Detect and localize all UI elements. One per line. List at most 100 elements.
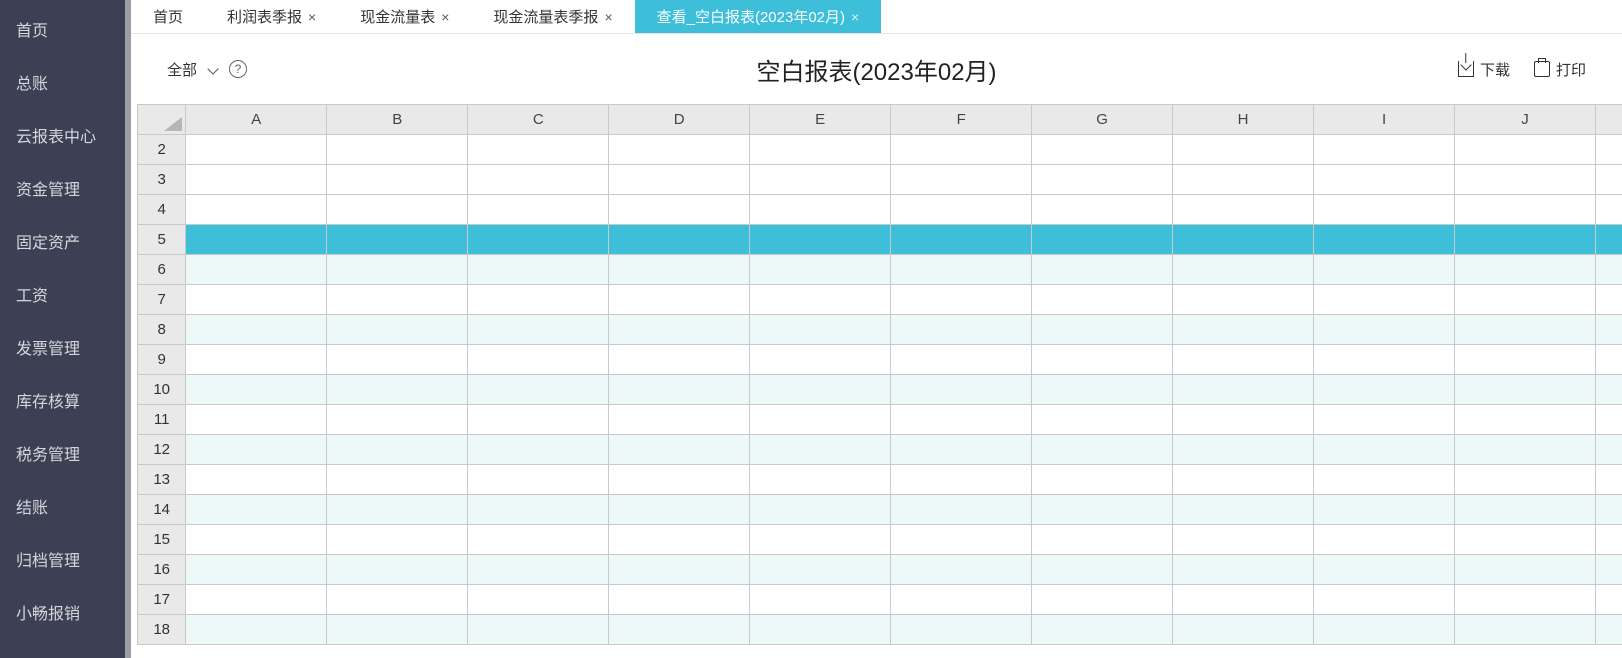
row-header-11[interactable]: 11 xyxy=(138,405,186,435)
cell-E9[interactable] xyxy=(750,345,891,375)
cell-I2[interactable] xyxy=(1314,135,1455,165)
sidebar-item-5[interactable]: 工资 xyxy=(0,267,131,320)
cell-G8[interactable] xyxy=(1032,315,1173,345)
cell-I9[interactable] xyxy=(1314,345,1455,375)
tab-2[interactable]: 现金流量表× xyxy=(338,0,471,33)
cell-I16[interactable] xyxy=(1314,555,1455,585)
cell-J3[interactable] xyxy=(1455,165,1596,195)
cell-G4[interactable] xyxy=(1032,195,1173,225)
cell-D6[interactable] xyxy=(609,255,750,285)
cell-C10[interactable] xyxy=(468,375,609,405)
column-header-K[interactable]: K xyxy=(1596,105,1622,135)
cell-B3[interactable] xyxy=(327,165,468,195)
cell-E18[interactable] xyxy=(750,615,891,645)
row-header-4[interactable]: 4 xyxy=(138,195,186,225)
filter-dropdown[interactable]: 全部 ? xyxy=(167,59,247,80)
cell-E4[interactable] xyxy=(750,195,891,225)
cell-G3[interactable] xyxy=(1032,165,1173,195)
cell-H11[interactable] xyxy=(1173,405,1314,435)
cell-F8[interactable] xyxy=(891,315,1032,345)
row-header-13[interactable]: 13 xyxy=(138,465,186,495)
column-header-D[interactable]: D xyxy=(609,105,750,135)
cell-J17[interactable] xyxy=(1455,585,1596,615)
cell-B2[interactable] xyxy=(327,135,468,165)
cell-B13[interactable] xyxy=(327,465,468,495)
cell-I14[interactable] xyxy=(1314,495,1455,525)
cell-I17[interactable] xyxy=(1314,585,1455,615)
cell-I7[interactable] xyxy=(1314,285,1455,315)
cell-K15[interactable] xyxy=(1596,525,1622,555)
row-header-18[interactable]: 18 xyxy=(138,615,186,645)
cell-J12[interactable] xyxy=(1455,435,1596,465)
cell-G12[interactable] xyxy=(1032,435,1173,465)
cell-D17[interactable] xyxy=(609,585,750,615)
cell-K5[interactable] xyxy=(1596,225,1622,255)
spreadsheet[interactable]: ABCDEFGHIJK23456789101112131415161718 xyxy=(131,104,1622,658)
print-button[interactable]: 打印 xyxy=(1534,59,1586,80)
cell-E11[interactable] xyxy=(750,405,891,435)
cell-H17[interactable] xyxy=(1173,585,1314,615)
cell-D10[interactable] xyxy=(609,375,750,405)
cell-C15[interactable] xyxy=(468,525,609,555)
cell-H10[interactable] xyxy=(1173,375,1314,405)
cell-A13[interactable] xyxy=(186,465,327,495)
cell-B15[interactable] xyxy=(327,525,468,555)
cell-C11[interactable] xyxy=(468,405,609,435)
cell-H2[interactable] xyxy=(1173,135,1314,165)
cell-A16[interactable] xyxy=(186,555,327,585)
cell-A6[interactable] xyxy=(186,255,327,285)
sidebar-item-8[interactable]: 税务管理 xyxy=(0,426,131,479)
cell-F10[interactable] xyxy=(891,375,1032,405)
cell-G14[interactable] xyxy=(1032,495,1173,525)
cell-G2[interactable] xyxy=(1032,135,1173,165)
cell-F6[interactable] xyxy=(891,255,1032,285)
cell-E8[interactable] xyxy=(750,315,891,345)
cell-E17[interactable] xyxy=(750,585,891,615)
cell-J11[interactable] xyxy=(1455,405,1596,435)
cell-E13[interactable] xyxy=(750,465,891,495)
cell-C16[interactable] xyxy=(468,555,609,585)
cell-K8[interactable] xyxy=(1596,315,1622,345)
cell-D2[interactable] xyxy=(609,135,750,165)
cell-H4[interactable] xyxy=(1173,195,1314,225)
sidebar-item-4[interactable]: 固定资产 xyxy=(0,214,131,267)
cell-D3[interactable] xyxy=(609,165,750,195)
cell-J7[interactable] xyxy=(1455,285,1596,315)
cell-I12[interactable] xyxy=(1314,435,1455,465)
cell-C6[interactable] xyxy=(468,255,609,285)
cell-I8[interactable] xyxy=(1314,315,1455,345)
cell-A8[interactable] xyxy=(186,315,327,345)
select-all-corner[interactable] xyxy=(138,105,186,135)
cell-C17[interactable] xyxy=(468,585,609,615)
cell-J5[interactable] xyxy=(1455,225,1596,255)
cell-B18[interactable] xyxy=(327,615,468,645)
cell-I15[interactable] xyxy=(1314,525,1455,555)
cell-J13[interactable] xyxy=(1455,465,1596,495)
column-header-C[interactable]: C xyxy=(468,105,609,135)
close-icon[interactable]: × xyxy=(604,9,612,25)
cell-C12[interactable] xyxy=(468,435,609,465)
cell-B8[interactable] xyxy=(327,315,468,345)
cell-B11[interactable] xyxy=(327,405,468,435)
cell-B10[interactable] xyxy=(327,375,468,405)
cell-K3[interactable] xyxy=(1596,165,1622,195)
cell-G11[interactable] xyxy=(1032,405,1173,435)
cell-I4[interactable] xyxy=(1314,195,1455,225)
cell-H16[interactable] xyxy=(1173,555,1314,585)
cell-E14[interactable] xyxy=(750,495,891,525)
cell-G10[interactable] xyxy=(1032,375,1173,405)
cell-E15[interactable] xyxy=(750,525,891,555)
cell-K14[interactable] xyxy=(1596,495,1622,525)
cell-C3[interactable] xyxy=(468,165,609,195)
cell-E5[interactable] xyxy=(750,225,891,255)
row-header-16[interactable]: 16 xyxy=(138,555,186,585)
cell-F14[interactable] xyxy=(891,495,1032,525)
cell-A12[interactable] xyxy=(186,435,327,465)
cell-G16[interactable] xyxy=(1032,555,1173,585)
cell-K4[interactable] xyxy=(1596,195,1622,225)
row-header-17[interactable]: 17 xyxy=(138,585,186,615)
cell-C9[interactable] xyxy=(468,345,609,375)
cell-G15[interactable] xyxy=(1032,525,1173,555)
cell-G7[interactable] xyxy=(1032,285,1173,315)
cell-E7[interactable] xyxy=(750,285,891,315)
